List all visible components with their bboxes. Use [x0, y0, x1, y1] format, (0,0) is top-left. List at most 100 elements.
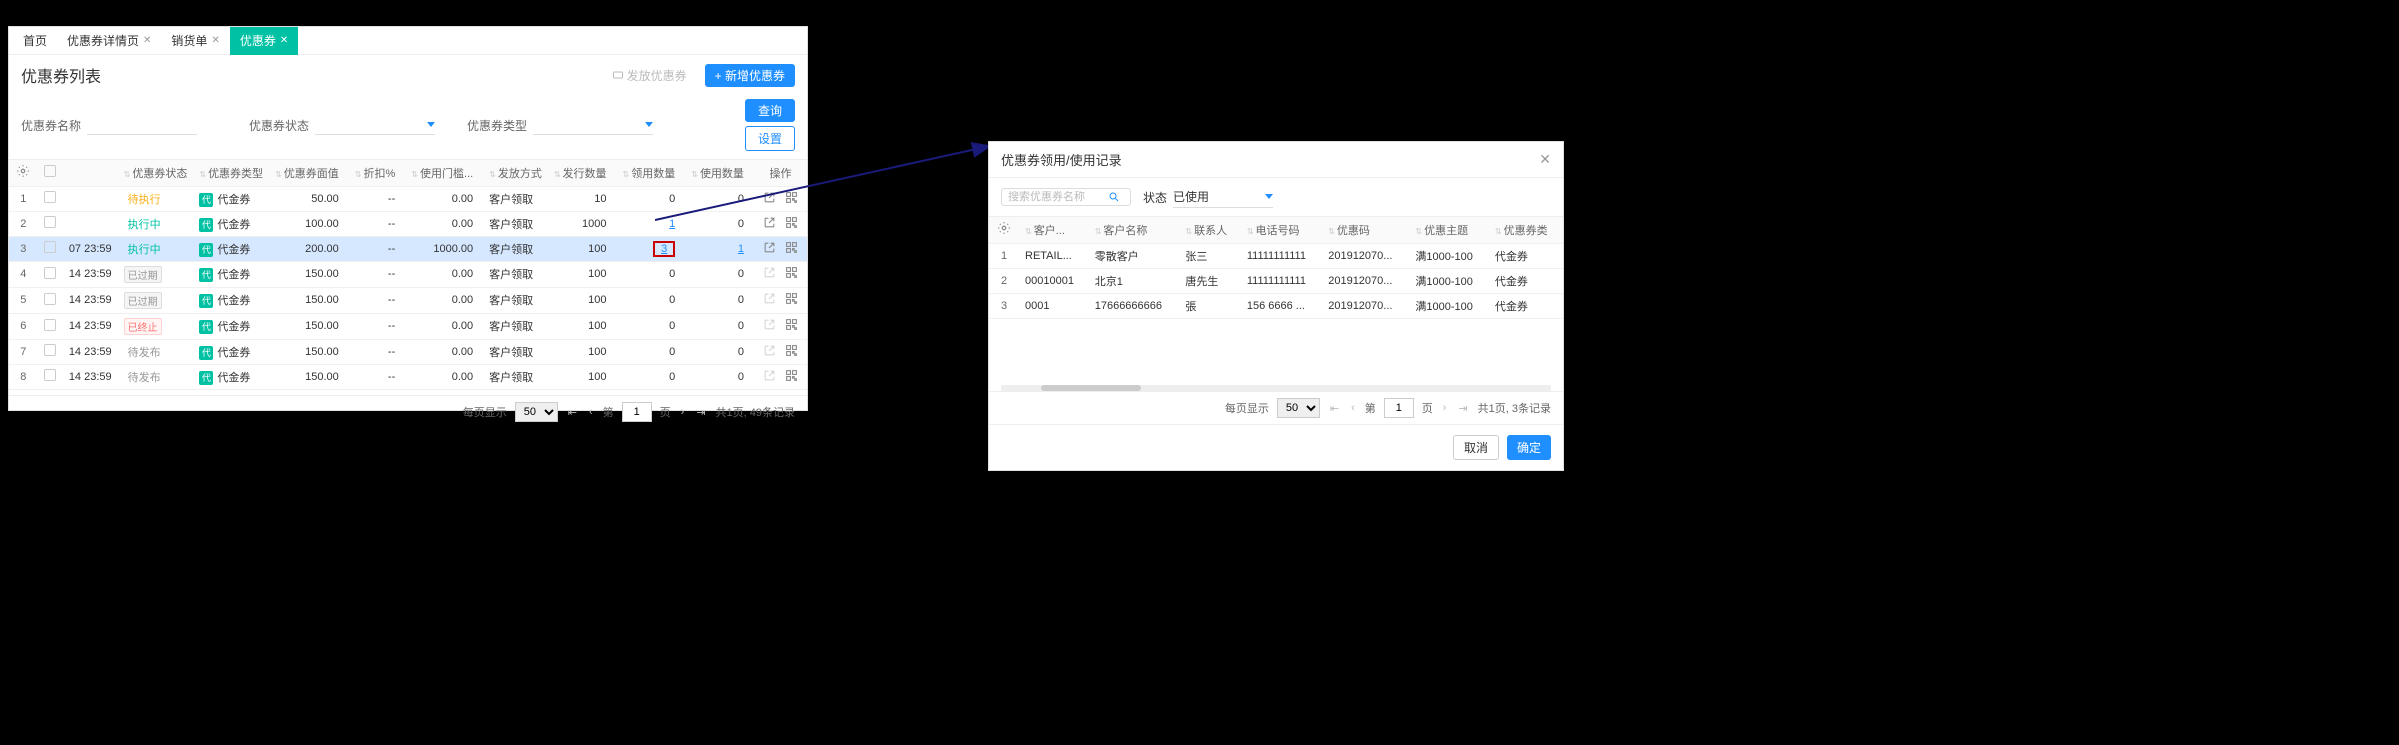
table-row[interactable]: 3 0001 17666666666 張 156 6666 ... 201912… [989, 293, 1563, 318]
col-topic[interactable]: ⇅优惠主题 [1409, 217, 1489, 243]
tab-sales-order[interactable]: 销货单✕ [161, 27, 229, 55]
qrcode-icon[interactable] [785, 292, 798, 305]
cancel-button[interactable]: 取消 [1453, 435, 1499, 460]
col-face[interactable]: ⇅优惠券面值 [269, 160, 349, 186]
row-checkbox[interactable] [44, 293, 56, 305]
page-input[interactable] [1384, 398, 1414, 418]
table-row[interactable]: 6 14 23:59 已终止 代代金券 150.00 -- 0.00 客户领取 … [9, 313, 807, 339]
next-page-button[interactable]: › [679, 406, 687, 418]
distribute-coupon-button[interactable]: 发放优惠券 [602, 64, 697, 87]
qrcode-icon[interactable] [785, 266, 798, 279]
add-coupon-button[interactable]: 新增优惠券 [705, 64, 795, 87]
prev-page-button[interactable]: ‹ [587, 406, 595, 418]
col-phone[interactable]: ⇅电话号码 [1241, 217, 1322, 243]
page-input[interactable] [622, 402, 652, 422]
col-contact[interactable]: ⇅联系人 [1179, 217, 1240, 243]
used-link[interactable]: 1 [738, 243, 744, 255]
table-row[interactable]: 5 14 23:59 已过期 代代金券 150.00 -- 0.00 客户领取 … [9, 287, 807, 313]
row-checkbox[interactable] [44, 319, 56, 331]
last-page-button[interactable]: ⇥ [694, 406, 707, 419]
share-icon[interactable] [763, 344, 776, 357]
col-used[interactable]: ⇅使用数量 [685, 160, 754, 186]
qrcode-icon[interactable] [785, 241, 798, 254]
col-cust-name[interactable]: ⇅客户名称 [1089, 217, 1180, 243]
modal-search-box[interactable] [1001, 188, 1131, 206]
per-page-label: 每页显示 [1225, 400, 1269, 416]
qrcode-icon[interactable] [785, 369, 798, 382]
col-cust-no[interactable]: ⇅客户... [1019, 217, 1089, 243]
first-page-button[interactable]: ⇤ [566, 406, 579, 419]
row-checkbox[interactable] [44, 267, 56, 279]
row-checkbox[interactable] [44, 369, 56, 381]
modal-status-select[interactable]: 已使用 [1173, 186, 1273, 208]
discount-value: -- [349, 186, 405, 211]
col-distribution[interactable]: ⇅发放方式 [483, 160, 548, 186]
table-row[interactable]: 2 执行中 代代金券 100.00 -- 0.00 客户领取 1000 1 0 [9, 211, 807, 236]
tab-home[interactable]: 首页 [13, 27, 57, 55]
qrcode-icon[interactable] [785, 394, 798, 395]
table-row[interactable]: 1 待执行 代代金券 50.00 -- 0.00 客户领取 10 0 0 [9, 186, 807, 211]
gear-icon[interactable] [16, 164, 30, 178]
share-icon[interactable] [763, 292, 776, 305]
prev-page-button[interactable]: ‹ [1349, 402, 1357, 414]
gear-icon[interactable] [997, 221, 1011, 235]
table-row[interactable]: 7 14 23:59 待发布 代代金券 150.00 -- 0.00 客户领取 … [9, 339, 807, 364]
row-checkbox[interactable] [44, 241, 56, 253]
close-icon[interactable]: ✕ [211, 35, 219, 46]
issued-count: 100 [548, 339, 617, 364]
col-coupon-type[interactable]: ⇅优惠券类 [1489, 217, 1563, 243]
tab-coupon-detail[interactable]: 优惠券详情页✕ [57, 27, 161, 55]
tab-coupon[interactable]: 优惠券✕ [230, 27, 298, 55]
col-discount[interactable]: ⇅折扣% [349, 160, 405, 186]
page-size-select[interactable]: 50 [515, 402, 558, 422]
field-label: 优惠券类型 [467, 117, 527, 134]
table-row[interactable]: 4 14 23:59 已过期 代代金券 150.00 -- 0.00 客户领取 … [9, 261, 807, 287]
share-icon[interactable] [763, 266, 776, 279]
select-all-checkbox[interactable] [44, 165, 56, 177]
table-row[interactable]: 2 00010001 北京1 唐先生 11111111111 201912070… [989, 268, 1563, 293]
last-page-button[interactable]: ⇥ [1456, 402, 1469, 415]
claimed-link[interactable]: 1 [669, 218, 675, 230]
coupon-name-input[interactable] [87, 115, 197, 135]
qrcode-icon[interactable] [785, 216, 798, 229]
close-icon[interactable]: ✕ [143, 35, 151, 46]
col-threshold[interactable]: ⇅使用门槛... [405, 160, 483, 186]
next-page-button[interactable]: › [1441, 402, 1449, 414]
row-checkbox[interactable] [44, 216, 56, 228]
row-checkbox[interactable] [44, 344, 56, 356]
col-issued[interactable]: ⇅发行数量 [548, 160, 617, 186]
ok-button[interactable]: 确定 [1507, 435, 1551, 460]
claimed-link[interactable]: 3 [661, 243, 667, 255]
share-icon[interactable] [763, 191, 776, 204]
scrollbar-thumb[interactable] [1041, 385, 1141, 391]
row-number: 2 [9, 211, 38, 236]
page-size-select[interactable]: 50 [1277, 398, 1320, 418]
query-button[interactable]: 查询 [745, 99, 795, 122]
table-row[interactable]: 1 RETAIL... 零散客户 张三 11111111111 20191207… [989, 243, 1563, 268]
share-icon[interactable] [763, 394, 776, 395]
col-claimed[interactable]: ⇅领用数量 [617, 160, 686, 186]
first-page-button[interactable]: ⇤ [1328, 402, 1341, 415]
type-badge-icon: 代 [199, 218, 213, 232]
modal-search-input[interactable] [1008, 191, 1108, 203]
qrcode-icon[interactable] [785, 191, 798, 204]
coupon-type-select[interactable] [533, 115, 653, 135]
col-status[interactable]: ⇅优惠券状态 [118, 160, 194, 186]
qrcode-icon[interactable] [785, 344, 798, 357]
row-checkbox[interactable] [44, 191, 56, 203]
table-row[interactable]: 8 14 23:59 待发布 代代金券 150.00 -- 0.00 客户领取 … [9, 364, 807, 389]
close-icon[interactable]: ✕ [280, 35, 288, 46]
settings-button[interactable]: 设置 [745, 126, 795, 151]
share-icon[interactable] [763, 318, 776, 331]
close-icon[interactable]: ✕ [1539, 151, 1551, 168]
qrcode-icon[interactable] [785, 318, 798, 331]
col-code[interactable]: ⇅优惠码 [1322, 217, 1409, 243]
table-row[interactable]: 3 07 23:59 执行中 代代金券 200.00 -- 1000.00 客户… [9, 236, 807, 261]
type-badge-icon: 代 [199, 193, 213, 207]
horizontal-scrollbar[interactable] [1001, 385, 1551, 391]
share-icon[interactable] [763, 241, 776, 254]
share-icon[interactable] [763, 216, 776, 229]
share-icon[interactable] [763, 369, 776, 382]
coupon-status-select[interactable] [315, 115, 435, 135]
col-type[interactable]: ⇅优惠券类型 [193, 160, 269, 186]
